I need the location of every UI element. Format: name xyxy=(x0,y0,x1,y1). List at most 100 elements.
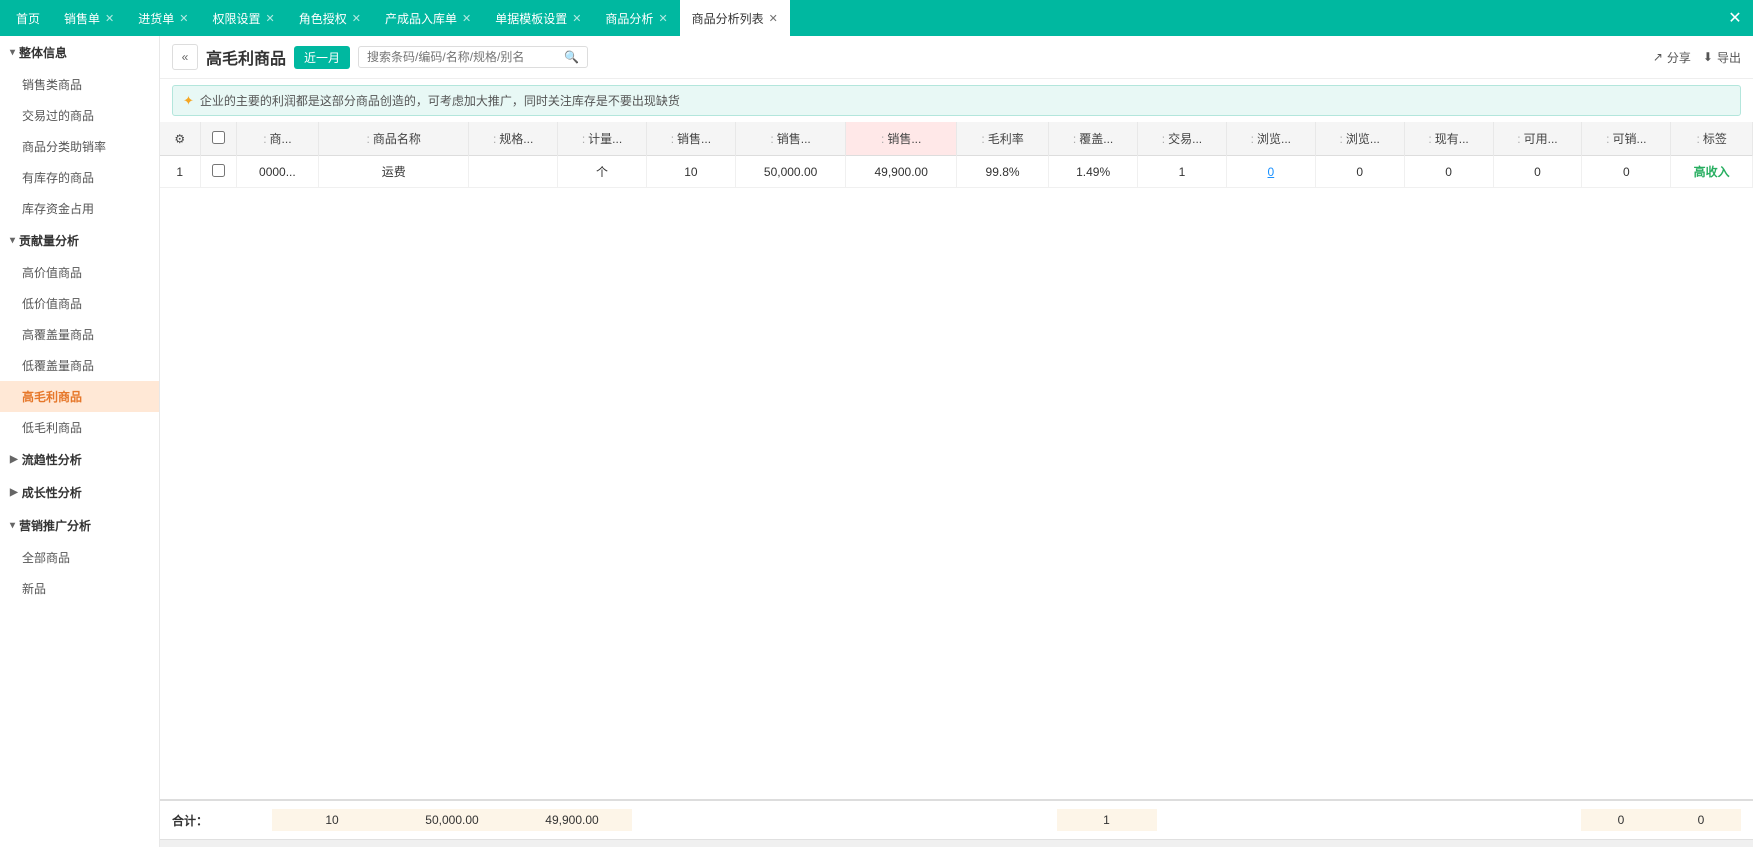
chevron-down-icon: ▾ xyxy=(10,47,15,58)
col-current: :现有... xyxy=(1404,122,1493,156)
col-name: :商品名称 xyxy=(319,122,469,156)
search-box: 🔍 xyxy=(358,46,588,68)
hint-bar: ✦ 企业的主要的利润都是这部分商品创造的，可考虑加大推广，同时关注库存是不要出现… xyxy=(172,85,1741,116)
close-icon[interactable]: ✕ xyxy=(658,12,667,25)
sidebar-item-traded-goods[interactable]: 交易过的商品 xyxy=(0,100,159,131)
total-val1: 0 xyxy=(1581,809,1661,831)
col-checkbox[interactable] xyxy=(200,122,236,156)
sidebar-item-low-value[interactable]: 低价值商品 xyxy=(0,288,159,319)
row-saleable: 0 xyxy=(1582,156,1671,188)
nav-item-permissions[interactable]: 权限设置 ✕ xyxy=(200,0,286,36)
close-icon[interactable]: ✕ xyxy=(572,12,581,25)
col-trade: :交易... xyxy=(1138,122,1227,156)
row-tag: 高收入 xyxy=(1671,156,1753,188)
close-icon[interactable]: ✕ xyxy=(462,12,471,25)
row-code[interactable]: 0000... xyxy=(236,156,319,188)
row-trade: 1 xyxy=(1138,156,1227,188)
col-sale2: :销售... xyxy=(735,122,846,156)
sidebar-item-inventory-capital[interactable]: 库存资金占用 xyxy=(0,193,159,224)
sidebar-item-new-goods[interactable]: 新品 xyxy=(0,573,159,604)
nav-item-purchase[interactable]: 进货单 ✕ xyxy=(126,0,200,36)
table-row: 1 0000... 运费 个 10 50,000.00 49,900.00 99… xyxy=(160,156,1753,188)
total-sale2: 50,000.00 xyxy=(392,809,512,831)
search-input[interactable] xyxy=(367,50,560,64)
nav-item-roles[interactable]: 角色授权 ✕ xyxy=(287,0,373,36)
chevron-down-icon: ▾ xyxy=(10,235,15,246)
product-table: ⚙ :商... :商品名称 :规格... :计量... :销售... :销售..… xyxy=(160,122,1753,188)
content-header: « 高毛利商品 近一月 🔍 ↗ 分享 ⬇ 导出 xyxy=(160,36,1753,79)
close-icon[interactable]: ✕ xyxy=(352,12,361,25)
close-icon[interactable]: ✕ xyxy=(179,12,188,25)
sidebar-group-growth[interactable]: ▶ 成长性分析 xyxy=(0,476,159,509)
collapse-icon: « xyxy=(182,50,189,64)
recent-month-button[interactable]: 近一月 xyxy=(294,46,350,69)
close-icon[interactable]: ✕ xyxy=(105,12,114,25)
row-browse1[interactable]: 0 xyxy=(1226,156,1315,188)
sidebar-item-high-value[interactable]: 高价值商品 xyxy=(0,257,159,288)
close-icon[interactable]: ✕ xyxy=(769,12,778,25)
row-sale3: 49,900.00 xyxy=(846,156,957,188)
page-title: 高毛利商品 xyxy=(206,45,286,69)
share-button[interactable]: ↗ 分享 xyxy=(1653,49,1691,66)
sidebar-item-low-margin[interactable]: 低毛利商品 xyxy=(0,412,159,443)
col-settings[interactable]: ⚙ xyxy=(160,122,200,156)
col-spec: :规格... xyxy=(469,122,558,156)
sidebar-collapse-button[interactable]: « xyxy=(172,44,198,70)
col-sale3: :销售... xyxy=(846,122,957,156)
main-layout: ▾ 整体信息 销售类商品 交易过的商品 商品分类助销率 有库存的商品 库存资金占… xyxy=(0,36,1753,847)
col-browse2: :浏览... xyxy=(1315,122,1404,156)
col-available: :可用... xyxy=(1493,122,1582,156)
sidebar-group-overall[interactable]: ▾ 整体信息 xyxy=(0,36,159,69)
row-available: 0 xyxy=(1493,156,1582,188)
col-gross-rate: :毛利率 xyxy=(956,122,1048,156)
sidebar-group-contribution[interactable]: ▾ 贡献量分析 xyxy=(0,224,159,257)
total-bar: 合计： 10 50,000.00 49,900.00 1 0 0 xyxy=(160,799,1753,839)
nav-item-product-analysis-list[interactable]: 商品分析列表 ✕ xyxy=(680,0,790,36)
row-sale2: 50,000.00 xyxy=(735,156,846,188)
sidebar-item-low-coverage[interactable]: 低覆盖量商品 xyxy=(0,350,159,381)
nav-item-template[interactable]: 单据模板设置 ✕ xyxy=(483,0,593,36)
row-spec xyxy=(469,156,558,188)
nav-item-product-entry[interactable]: 产成品入库单 ✕ xyxy=(373,0,483,36)
nav-item-home[interactable]: 首页 xyxy=(4,0,52,36)
top-navigation: 首页 销售单 ✕ 进货单 ✕ 权限设置 ✕ 角色授权 ✕ 产成品入库单 ✕ 单据… xyxy=(0,0,1753,36)
chevron-right-icon: ▶ xyxy=(10,487,18,498)
hint-icon: ✦ xyxy=(183,93,194,109)
content-area: « 高毛利商品 近一月 🔍 ↗ 分享 ⬇ 导出 ✦ 企业的主要 xyxy=(160,36,1753,847)
window-close-button[interactable]: ✕ xyxy=(1717,0,1753,36)
total-sale3: 49,900.00 xyxy=(512,809,632,831)
data-table-wrapper: ⚙ :商... :商品名称 :规格... :计量... :销售... :销售..… xyxy=(160,122,1753,799)
row-name[interactable]: 运费 xyxy=(319,156,469,188)
sidebar-group-marketing[interactable]: ▾ 营销推广分析 xyxy=(0,509,159,542)
total-val2: 0 xyxy=(1661,809,1741,831)
export-button[interactable]: ⬇ 导出 xyxy=(1703,49,1741,66)
sidebar-item-high-margin[interactable]: 高毛利商品 xyxy=(0,381,159,412)
row-current: 0 xyxy=(1404,156,1493,188)
chevron-right-icon: ▶ xyxy=(10,454,18,465)
col-sale1: :销售... xyxy=(646,122,735,156)
sidebar-item-category-sales-rate[interactable]: 商品分类助销率 xyxy=(0,131,159,162)
nav-item-product-analysis[interactable]: 商品分析 ✕ xyxy=(593,0,679,36)
row-select-checkbox[interactable] xyxy=(212,164,225,177)
col-browse1: :浏览... xyxy=(1226,122,1315,156)
sidebar-group-trend[interactable]: ▶ 流趋性分析 xyxy=(0,443,159,476)
nav-item-sales[interactable]: 销售单 ✕ xyxy=(52,0,126,36)
close-icon[interactable]: ✕ xyxy=(266,12,275,25)
row-gross-rate: 99.8% xyxy=(956,156,1048,188)
chevron-down-icon: ▾ xyxy=(10,520,15,531)
sidebar-item-all-goods[interactable]: 全部商品 xyxy=(0,542,159,573)
header-actions: ↗ 分享 ⬇ 导出 xyxy=(1653,49,1741,66)
sidebar-item-high-coverage[interactable]: 高覆盖量商品 xyxy=(0,319,159,350)
horizontal-scrollbar[interactable] xyxy=(160,839,1753,847)
col-saleable: :可销... xyxy=(1582,122,1671,156)
row-checkbox[interactable] xyxy=(200,156,236,188)
sidebar-item-in-stock-goods[interactable]: 有库存的商品 xyxy=(0,162,159,193)
settings-icon: ⚙ xyxy=(174,132,185,146)
row-index: 1 xyxy=(160,156,200,188)
search-icon[interactable]: 🔍 xyxy=(564,50,579,64)
total-sale1: 10 xyxy=(272,809,392,831)
row-coverage: 1.49% xyxy=(1049,156,1138,188)
select-all-checkbox[interactable] xyxy=(212,131,225,144)
sidebar-item-sales-goods[interactable]: 销售类商品 xyxy=(0,69,159,100)
sidebar: ▾ 整体信息 销售类商品 交易过的商品 商品分类助销率 有库存的商品 库存资金占… xyxy=(0,36,160,847)
